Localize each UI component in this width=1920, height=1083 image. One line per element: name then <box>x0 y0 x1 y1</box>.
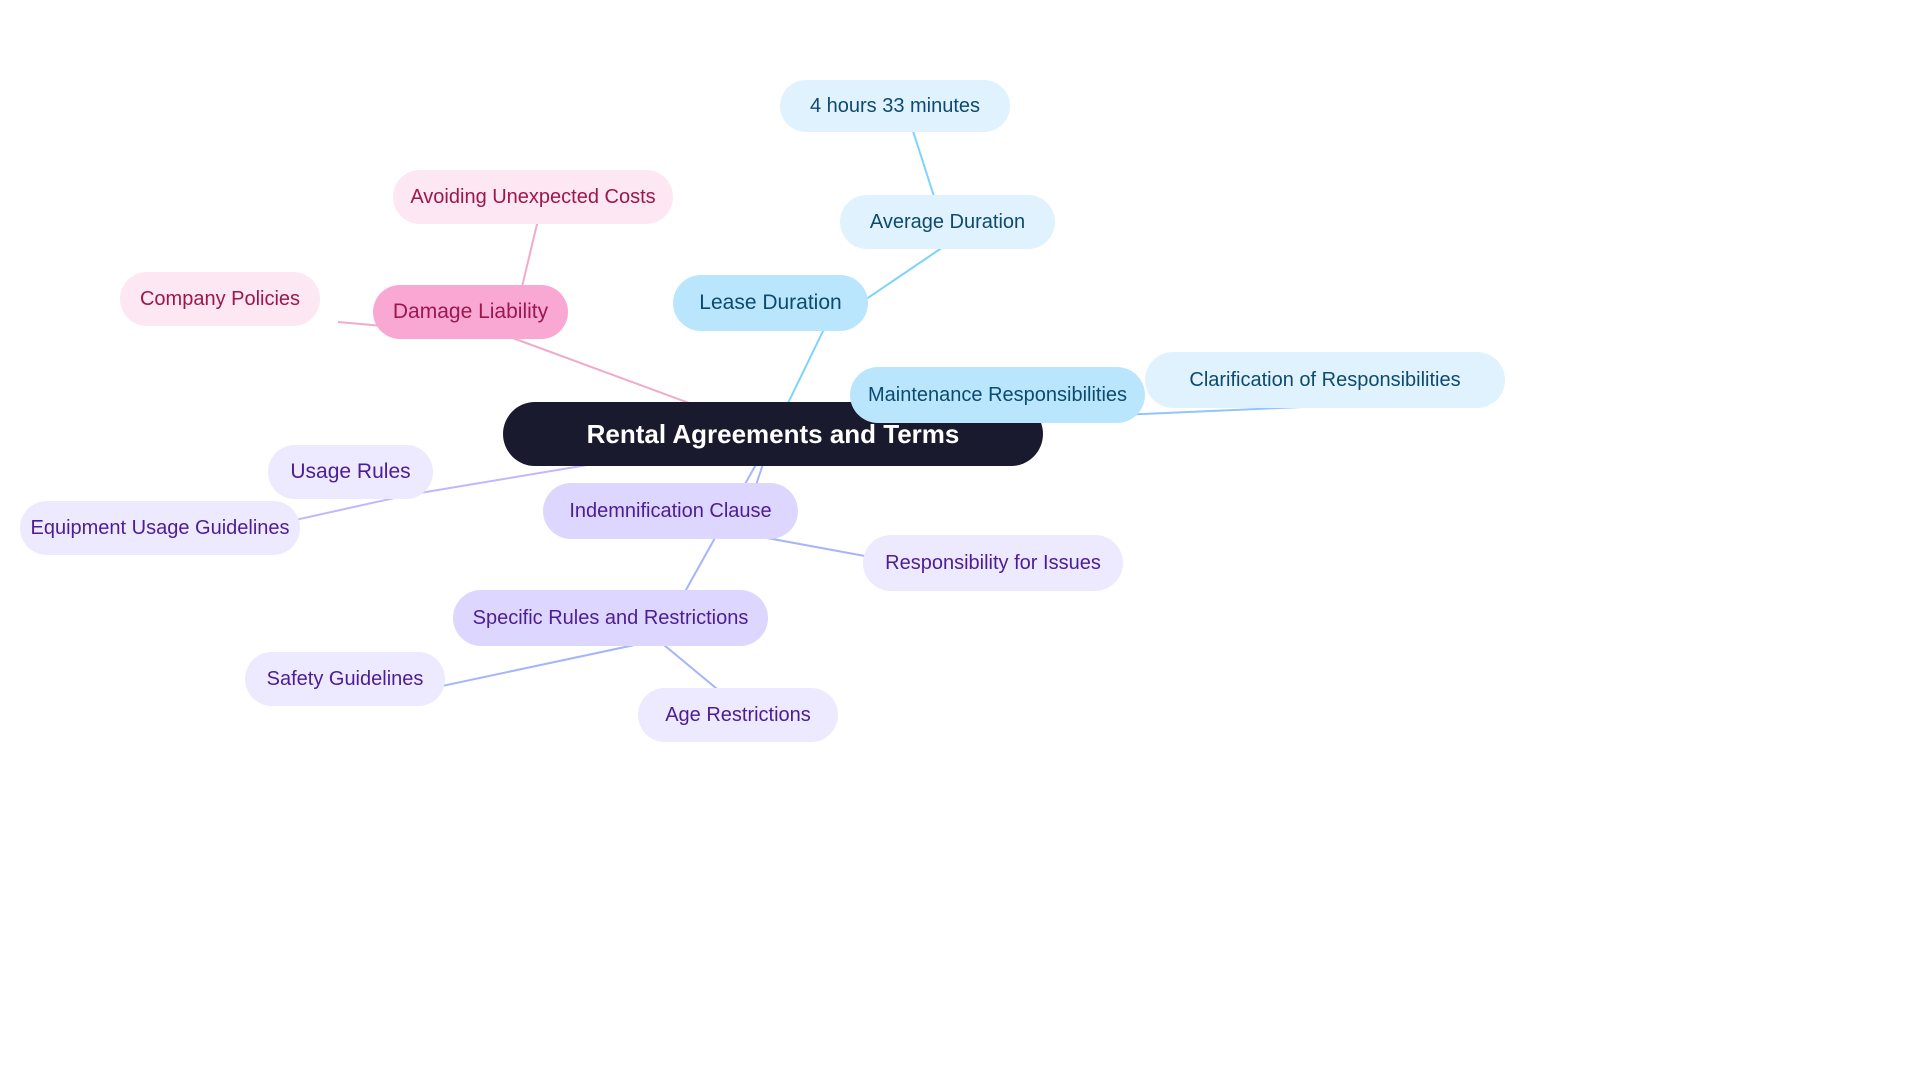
damage-liability-node: Damage Liability <box>373 285 568 339</box>
age-restrictions-node: Age Restrictions <box>638 688 838 742</box>
avoiding-costs-node: Avoiding Unexpected Costs <box>393 170 673 224</box>
specific-rules-node: Specific Rules and Restrictions <box>453 590 768 646</box>
safety-guidelines-node: Safety Guidelines <box>245 652 445 706</box>
lease-duration-node: Lease Duration <box>673 275 868 331</box>
four-hours-node: 4 hours 33 minutes <box>780 80 1010 132</box>
responsibility-issues-node: Responsibility for Issues <box>863 535 1123 591</box>
usage-rules-node: Usage Rules <box>268 445 433 499</box>
company-policies-node: Company Policies <box>120 272 320 326</box>
indemnification-node: Indemnification Clause <box>543 483 798 539</box>
maintenance-resp-node: Maintenance Responsibilities <box>850 367 1145 423</box>
average-duration-node: Average Duration <box>840 195 1055 249</box>
clarification-resp-node: Clarification of Responsibilities <box>1145 352 1505 408</box>
equipment-usage-node: Equipment Usage Guidelines <box>20 501 300 555</box>
